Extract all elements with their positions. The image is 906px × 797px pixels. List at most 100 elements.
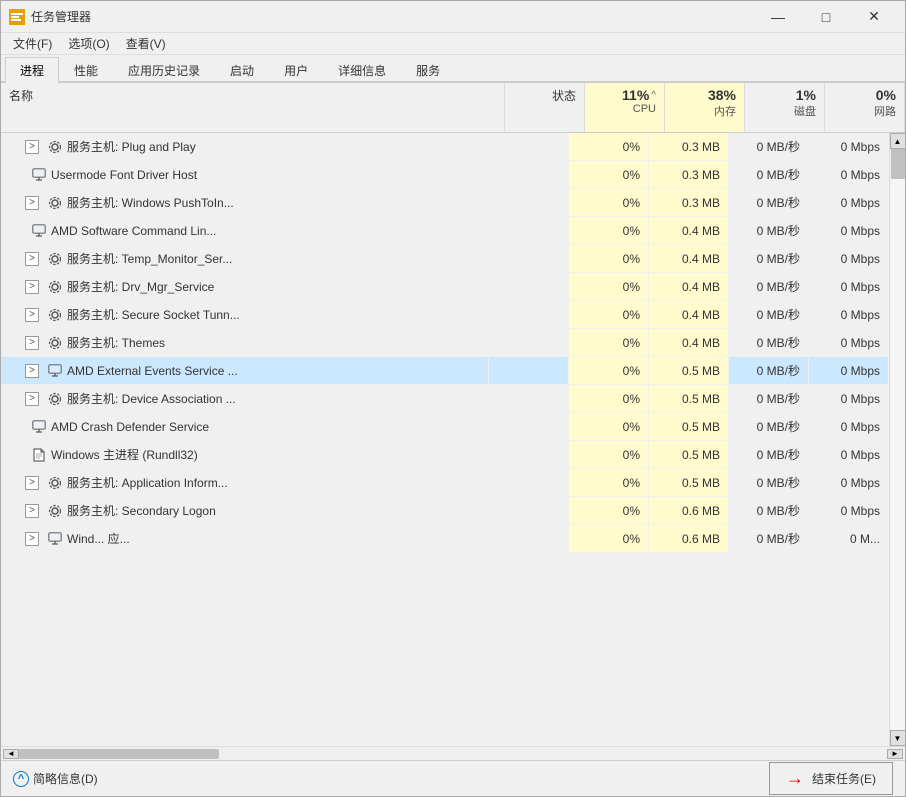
table-row[interactable]: AMD Software Command Lin...0%0.4 MB0 MB/…: [1, 217, 889, 245]
row-memory: 0.4 MB: [649, 273, 729, 300]
h-scroll-left[interactable]: ◄: [3, 749, 19, 759]
expand-button[interactable]: >: [25, 308, 39, 322]
end-task-button[interactable]: → 结束任务(E): [769, 762, 893, 795]
menu-file[interactable]: 文件(F): [5, 33, 60, 54]
menu-view[interactable]: 查看(V): [118, 33, 174, 54]
h-scroll-thumb[interactable]: [19, 749, 219, 759]
row-name: Usermode Font Driver Host: [51, 168, 197, 182]
row-cpu: 0%: [569, 245, 649, 272]
row-cpu: 0%: [569, 329, 649, 356]
vertical-scrollbar[interactable]: ▲ ▼: [889, 133, 905, 746]
row-cpu: 0%: [569, 273, 649, 300]
table-row[interactable]: > 服务主机: Drv_Mgr_Service0%0.4 MB0 MB/秒0 M…: [1, 273, 889, 301]
expand-button[interactable]: >: [25, 336, 39, 350]
expand-button[interactable]: >: [25, 532, 39, 546]
scroll-thumb[interactable]: [891, 149, 905, 179]
row-status: [489, 245, 569, 272]
row-network: 0 Mbps: [809, 189, 889, 216]
table-row[interactable]: Usermode Font Driver Host0%0.3 MB0 MB/秒0…: [1, 161, 889, 189]
table-row[interactable]: > 服务主机: Windows PushToIn...0%0.3 MB0 MB/…: [1, 189, 889, 217]
row-status: [489, 413, 569, 440]
maximize-button[interactable]: □: [803, 1, 849, 33]
scroll-down-btn[interactable]: ▼: [890, 730, 906, 746]
table-header: 名称 状态 11% ^ CPU 38% 内存 1% 磁盘 0%: [1, 83, 905, 133]
col-header-cpu[interactable]: 11% ^ CPU: [585, 83, 665, 132]
tab-performance[interactable]: 性能: [59, 57, 113, 83]
row-memory: 0.3 MB: [649, 133, 729, 160]
status-info[interactable]: ^ 简略信息(D): [13, 770, 98, 787]
table-row[interactable]: > 服务主机: Secondary Logon0%0.6 MB0 MB/秒0 M…: [1, 497, 889, 525]
doc-icon: [31, 447, 47, 463]
row-name-cell: > 服务主机: Application Inform...: [1, 469, 489, 496]
row-memory: 0.4 MB: [649, 329, 729, 356]
col-header-name[interactable]: 名称: [1, 83, 505, 132]
tab-processes[interactable]: 进程: [5, 57, 59, 83]
row-name: 服务主机: Application Inform...: [67, 474, 228, 491]
row-name: 服务主机: Plug and Play: [67, 138, 196, 155]
table-row[interactable]: Windows 主进程 (Rundll32)0%0.5 MB0 MB/秒0 Mb…: [1, 441, 889, 469]
table-row[interactable]: > AMD External Events Service ...0%0.5 M…: [1, 357, 889, 385]
row-cpu: 0%: [569, 441, 649, 468]
tab-startup[interactable]: 启动: [215, 57, 269, 83]
row-status: [489, 497, 569, 524]
table-row[interactable]: > 服务主机: Temp_Monitor_Ser...0%0.4 MB0 MB/…: [1, 245, 889, 273]
table-row[interactable]: AMD Crash Defender Service0%0.5 MB0 MB/秒…: [1, 413, 889, 441]
tab-services[interactable]: 服务: [401, 57, 455, 83]
close-button[interactable]: ✕: [851, 1, 897, 33]
horizontal-scrollbar[interactable]: ◄ ►: [1, 746, 905, 760]
status-bar: ^ 简略信息(D) → 结束任务(E): [1, 760, 905, 796]
col-header-network[interactable]: 0% 网路: [825, 83, 905, 132]
table-row[interactable]: > Wind... 应...0%0.6 MB0 MB/秒0 M...: [1, 525, 889, 553]
row-name-cell: > 服务主机: Device Association ...: [1, 385, 489, 412]
row-name: AMD Software Command Lin...: [51, 224, 216, 238]
tab-users[interactable]: 用户: [269, 57, 323, 83]
window-title: 任务管理器: [31, 8, 755, 25]
row-disk: 0 MB/秒: [729, 245, 809, 272]
col-header-disk[interactable]: 1% 磁盘: [745, 83, 825, 132]
row-network: 0 M...: [809, 525, 889, 552]
expand-button[interactable]: >: [25, 504, 39, 518]
row-memory: 0.5 MB: [649, 413, 729, 440]
row-name: 服务主机: Secure Socket Tunn...: [67, 306, 240, 323]
col-header-memory[interactable]: 38% 内存: [665, 83, 745, 132]
expand-button[interactable]: >: [25, 280, 39, 294]
row-name: 服务主机: Temp_Monitor_Ser...: [67, 250, 232, 267]
col-header-status[interactable]: 状态: [505, 83, 585, 132]
row-cpu: 0%: [569, 301, 649, 328]
row-status: [489, 133, 569, 160]
table-row[interactable]: > 服务主机: Device Association ...0%0.5 MB0 …: [1, 385, 889, 413]
tab-details[interactable]: 详细信息: [323, 57, 401, 83]
table-row[interactable]: > 服务主机: Application Inform...0%0.5 MB0 M…: [1, 469, 889, 497]
row-disk: 0 MB/秒: [729, 273, 809, 300]
row-memory: 0.5 MB: [649, 357, 729, 384]
gear-icon: [47, 251, 63, 267]
tab-bar: 进程 性能 应用历史记录 启动 用户 详细信息 服务: [1, 55, 905, 83]
row-status: [489, 469, 569, 496]
gear-icon: [47, 475, 63, 491]
expand-button[interactable]: >: [25, 392, 39, 406]
row-name-cell: Windows 主进程 (Rundll32): [1, 441, 489, 468]
h-scroll-right[interactable]: ►: [887, 749, 903, 759]
expand-button[interactable]: >: [25, 476, 39, 490]
row-name-cell: > 服务主机: Windows PushToIn...: [1, 189, 489, 216]
minimize-button[interactable]: —: [755, 1, 801, 33]
expand-button[interactable]: >: [25, 252, 39, 266]
row-disk: 0 MB/秒: [729, 413, 809, 440]
table-row[interactable]: > 服务主机: Themes0%0.4 MB0 MB/秒0 Mbps: [1, 329, 889, 357]
menu-options[interactable]: 选项(O): [60, 33, 117, 54]
window-controls: — □ ✕: [755, 1, 897, 33]
table-row[interactable]: > 服务主机: Secure Socket Tunn...0%0.4 MB0 M…: [1, 301, 889, 329]
table-row[interactable]: > 服务主机: Plug and Play0%0.3 MB0 MB/秒0 Mbp…: [1, 133, 889, 161]
scroll-up-btn[interactable]: ▲: [890, 133, 906, 149]
expand-button[interactable]: >: [25, 140, 39, 154]
row-name: AMD External Events Service ...: [67, 364, 238, 378]
row-disk: 0 MB/秒: [729, 301, 809, 328]
row-name-cell: > 服务主机: Themes: [1, 329, 489, 356]
tab-app-history[interactable]: 应用历史记录: [113, 57, 215, 83]
row-name: Windows 主进程 (Rundll32): [51, 446, 198, 463]
expand-button[interactable]: >: [25, 364, 39, 378]
row-network: 0 Mbps: [809, 385, 889, 412]
row-disk: 0 MB/秒: [729, 441, 809, 468]
row-name: 服务主机: Device Association ...: [67, 390, 236, 407]
expand-button[interactable]: >: [25, 196, 39, 210]
